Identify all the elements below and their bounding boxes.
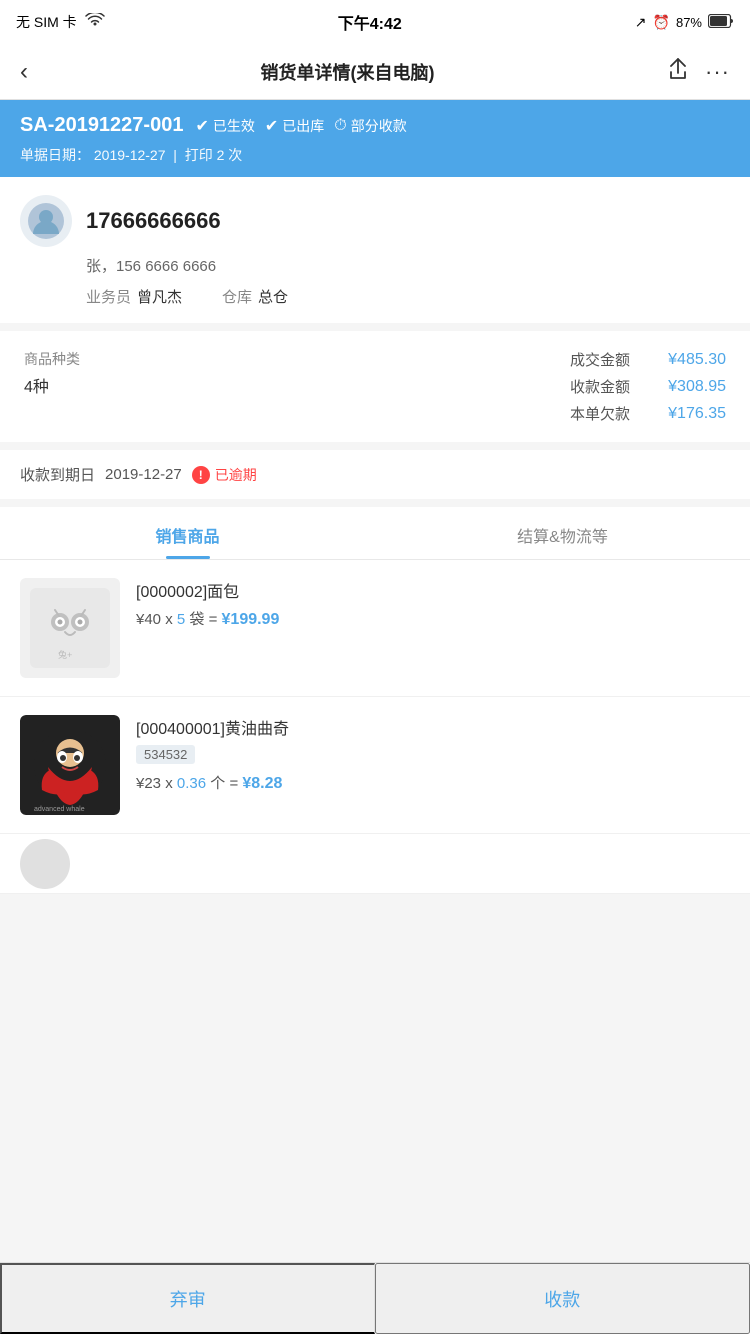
customer-meta: 业务员 曾凡杰 仓库 总仓 (20, 286, 730, 307)
alarm-icon: ⏰ (653, 14, 670, 31)
overdue-label: 已逾期 (215, 465, 257, 485)
category-value: 4种 (24, 373, 80, 397)
battery-icon (708, 14, 734, 31)
overdue-icon: ! (192, 466, 210, 484)
customer-name: 17666666666 (86, 208, 221, 234)
product-info-2: [000400001]黄油曲奇 534532 ¥23 x 0.36 个 = ¥8… (136, 715, 730, 793)
product-name-1: [0000002]面包 (136, 578, 730, 602)
svg-text:兔+: 兔+ (58, 649, 72, 660)
sales-value: 曾凡杰 (137, 286, 182, 307)
due-section: 收款到期日 2019-12-27 ! 已逾期 (0, 450, 750, 507)
tab-settlement[interactable]: 结算&物流等 (375, 507, 750, 559)
product-thumb-partial (20, 839, 70, 889)
debt-label: 本单欠款 (570, 403, 630, 424)
sales-meta: 业务员 曾凡杰 (86, 286, 182, 307)
product-thumb-1: 兔+ (20, 578, 120, 678)
product-price-2: ¥23 x 0.36 个 = ¥8.28 (136, 772, 730, 793)
clock-icon: ⏱ (334, 117, 346, 135)
wifi-icon (85, 13, 105, 31)
sim-status: 无 SIM 卡 (16, 12, 77, 32)
due-date-value: 2019-12-27 (105, 466, 182, 483)
customer-detail: 张，156 6666 6666 (20, 255, 730, 276)
product-list: 兔+ [0000002]面包 ¥40 x 5 袋 = ¥199.99 (0, 560, 750, 894)
sales-label: 业务员 (86, 286, 131, 307)
warehouse-value: 总仓 (258, 286, 288, 307)
product-name-2: [000400001]黄油曲奇 (136, 715, 730, 739)
product-badge-2: 534532 (136, 745, 195, 764)
collected-label: 收款金额 (570, 376, 630, 397)
product-total-2: ¥8.28 (242, 775, 282, 792)
status-effective: ✔ 已生效 (195, 116, 254, 136)
nav-actions: ··· (667, 58, 730, 86)
product-image-2: advanced whale (20, 715, 120, 815)
product-info-1: [0000002]面包 ¥40 x 5 袋 = ¥199.99 (136, 578, 730, 629)
tabs-bar: 销售商品 结算&物流等 (0, 507, 750, 560)
status-bar: 无 SIM 卡 下午4:42 ↗ ⏰ 87% (0, 0, 750, 44)
stats-section: 商品种类 4种 成交金额 ¥485.30 收款金额 ¥308.95 本单欠款 ¥… (0, 331, 750, 450)
customer-section: 17666666666 张，156 6666 6666 业务员 曾凡杰 仓库 总… (0, 177, 750, 331)
product-total-1: ¥199.99 (222, 611, 280, 628)
warehouse-label: 仓库 (222, 286, 252, 307)
product-qty-1: 5 (177, 611, 185, 628)
status-shipped: ✔ 已出库 (265, 116, 324, 136)
debt-value: ¥176.35 (646, 405, 726, 423)
collect-button[interactable]: 收款 (375, 1263, 750, 1334)
avatar (20, 195, 72, 247)
stats-left: 商品种类 4种 (24, 349, 80, 397)
status-tags: ✔ 已生效 ✔ 已出库 ⏱ 部分收款 (195, 116, 406, 136)
status-partial: ⏱ 部分收款 (334, 116, 406, 136)
collected-value: ¥308.95 (646, 378, 726, 396)
status-right: ↗ ⏰ 87% (635, 14, 734, 31)
debt-row: 本单欠款 ¥176.35 (570, 403, 726, 424)
location-icon: ↗ (635, 14, 647, 31)
overdue-badge: ! 已逾期 (192, 465, 257, 485)
back-button[interactable]: ‹ (20, 58, 28, 86)
page-title: 销货单详情(来自电脑) (261, 59, 435, 85)
nav-bar: ‹ 销货单详情(来自电脑) ··· (0, 44, 750, 100)
amount-row: 成交金额 ¥485.30 (570, 349, 726, 370)
status-time: 下午4:42 (338, 10, 402, 34)
svg-text:advanced whale: advanced whale (34, 806, 85, 813)
customer-row: 17666666666 (20, 195, 730, 247)
stats-right: 成交金额 ¥485.30 收款金额 ¥308.95 本单欠款 ¥176.35 (570, 349, 726, 424)
amount-value: ¥485.30 (646, 351, 726, 369)
tab-sales-products[interactable]: 销售商品 (0, 507, 375, 559)
order-header: SA-20191227-001 ✔ 已生效 ✔ 已出库 ⏱ 部分收款 单据日期：… (0, 100, 750, 177)
list-item (0, 834, 750, 894)
product-price-1: ¥40 x 5 袋 = ¥199.99 (136, 608, 730, 629)
category-label: 商品种类 (24, 349, 80, 369)
due-date-label: 收款到期日 (20, 464, 95, 485)
cancel-button[interactable]: 弃审 (0, 1263, 375, 1334)
order-id: SA-20191227-001 (20, 114, 183, 137)
list-item: advanced whale [000400001]黄油曲奇 534532 ¥2… (0, 697, 750, 834)
collected-row: 收款金额 ¥308.95 (570, 376, 726, 397)
warehouse-meta: 仓库 总仓 (222, 286, 288, 307)
product-qty-2: 0.36 (177, 775, 206, 792)
check-icon-2: ✔ (265, 116, 278, 136)
amount-label: 成交金额 (570, 349, 630, 370)
list-item: 兔+ [0000002]面包 ¥40 x 5 袋 = ¥199.99 (0, 560, 750, 697)
check-icon-1: ✔ (195, 116, 208, 136)
share-button[interactable] (667, 58, 689, 86)
battery-level: 87% (676, 15, 702, 30)
product-thumb-2: advanced whale (20, 715, 120, 815)
more-button[interactable]: ··· (705, 59, 730, 85)
bottom-bar: 弃审 收款 (0, 1262, 750, 1334)
status-left: 无 SIM 卡 (16, 12, 105, 32)
order-date-line: 单据日期： 2019-12-27 | 打印 2 次 (20, 145, 730, 165)
product-image-placeholder-1: 兔+ (30, 588, 110, 668)
